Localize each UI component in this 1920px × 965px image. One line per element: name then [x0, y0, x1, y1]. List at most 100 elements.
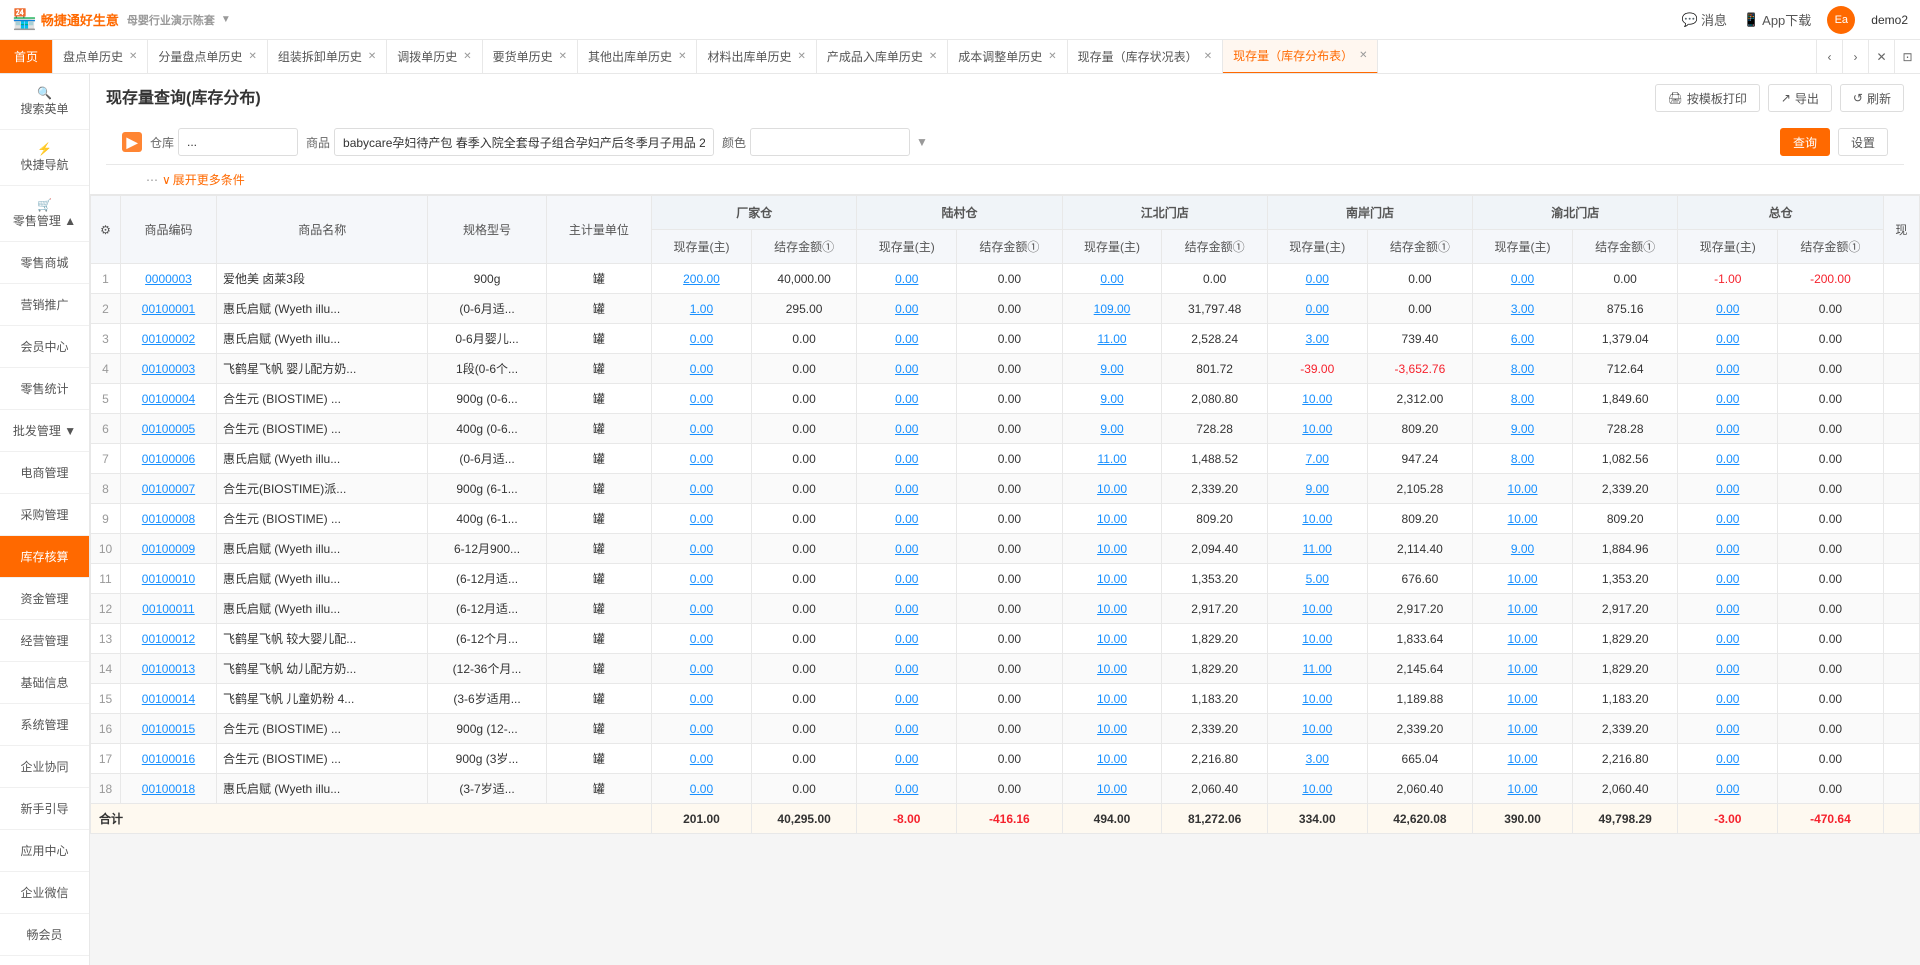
na-qty[interactable]: 10.00 [1267, 714, 1367, 744]
jb-qty[interactable]: 9.00 [1062, 384, 1162, 414]
tab-next-btn[interactable]: › [1842, 40, 1868, 74]
yb-qty[interactable]: 8.00 [1473, 384, 1573, 414]
tab-inventory-check[interactable]: 盘点单历史 ✕ [53, 40, 148, 74]
lc-qty[interactable]: 0.00 [857, 564, 957, 594]
yb-qty[interactable]: 9.00 [1473, 534, 1573, 564]
sidebar-item-retail-mall[interactable]: 零售商城 [0, 242, 89, 284]
avatar[interactable]: Ea [1827, 6, 1855, 34]
tab-close-icon[interactable]: ✕ [1048, 51, 1056, 62]
tab-home[interactable]: 首页 [0, 40, 53, 74]
sidebar-item-retail-mgmt[interactable]: 🛒 零售管理 ▲ [0, 186, 89, 242]
sidebar-item-inventory[interactable]: 库存核算 [0, 536, 89, 578]
lc-qty[interactable]: 0.00 [857, 504, 957, 534]
jb-qty[interactable]: 10.00 [1062, 474, 1162, 504]
lc-qty[interactable]: 0.00 [857, 264, 957, 294]
sidebar-item-wechat[interactable]: 企业微信 [0, 872, 89, 914]
lc-qty[interactable]: 0.00 [857, 624, 957, 654]
tab-close-icon[interactable]: ✕ [929, 51, 937, 62]
yb-qty[interactable]: 10.00 [1473, 624, 1573, 654]
fc-qty[interactable]: 0.00 [652, 684, 752, 714]
yb-qty[interactable]: 10.00 [1473, 594, 1573, 624]
refresh-btn[interactable]: ↺ 刷新 [1840, 84, 1904, 112]
expand-more-btn[interactable]: ∨ 展开更多条件 [162, 171, 245, 188]
lc-qty[interactable]: 0.00 [857, 294, 957, 324]
jb-qty[interactable]: 9.00 [1062, 414, 1162, 444]
fc-qty[interactable]: 1.00 [652, 294, 752, 324]
fc-qty[interactable]: 0.00 [652, 444, 752, 474]
jb-qty[interactable]: 10.00 [1062, 564, 1162, 594]
na-qty[interactable]: 10.00 [1267, 684, 1367, 714]
tab-maximize-btn[interactable]: ⊡ [1894, 40, 1920, 74]
fc-qty[interactable]: 0.00 [652, 324, 752, 354]
total-qty[interactable]: 0.00 [1678, 714, 1778, 744]
yb-qty[interactable]: 10.00 [1473, 714, 1573, 744]
jb-qty[interactable]: 0.00 [1062, 264, 1162, 294]
lc-qty[interactable]: 0.00 [857, 774, 957, 804]
total-qty[interactable]: 0.00 [1678, 294, 1778, 324]
tab-close-icon[interactable]: ✕ [797, 51, 805, 62]
lc-qty[interactable]: 0.00 [857, 654, 957, 684]
yb-qty[interactable]: 8.00 [1473, 354, 1573, 384]
sidebar-item-guide[interactable]: 新手引导 [0, 788, 89, 830]
fc-qty[interactable]: 0.00 [652, 504, 752, 534]
na-qty[interactable]: 0.00 [1267, 264, 1367, 294]
tab-stock-status[interactable]: 现存量（库存状况表） ✕ [1068, 40, 1223, 74]
total-qty[interactable]: 0.00 [1678, 414, 1778, 444]
fc-qty[interactable]: 0.00 [652, 354, 752, 384]
total-qty[interactable]: 0.00 [1678, 744, 1778, 774]
tab-close-icon[interactable]: ✕ [463, 51, 471, 62]
na-qty[interactable]: 9.00 [1267, 474, 1367, 504]
yb-qty[interactable]: 10.00 [1473, 474, 1573, 504]
fc-qty[interactable]: 0.00 [652, 474, 752, 504]
fc-qty[interactable]: 0.00 [652, 594, 752, 624]
na-qty[interactable]: 11.00 [1267, 654, 1367, 684]
lc-qty[interactable]: 0.00 [857, 534, 957, 564]
lc-qty[interactable]: 0.00 [857, 684, 957, 714]
tab-close-icon[interactable]: ✕ [1359, 50, 1367, 61]
sidebar-item-purchase[interactable]: 采购管理 [0, 494, 89, 536]
tab-close-icon[interactable]: ✕ [678, 51, 686, 62]
print-btn[interactable]: 🖨 按模板打印 [1655, 84, 1760, 112]
total-qty[interactable]: 0.00 [1678, 654, 1778, 684]
jb-qty[interactable]: 11.00 [1062, 324, 1162, 354]
sidebar-item-marketing[interactable]: 营销推广 [0, 284, 89, 326]
na-qty[interactable]: 7.00 [1267, 444, 1367, 474]
yb-qty[interactable]: 10.00 [1473, 654, 1573, 684]
fc-qty[interactable]: 0.00 [652, 534, 752, 564]
na-qty[interactable]: 10.00 [1267, 414, 1367, 444]
color-input[interactable] [750, 128, 910, 156]
tab-close-icon[interactable]: ✕ [368, 51, 376, 62]
lc-qty[interactable]: 0.00 [857, 594, 957, 624]
tab-close-icon[interactable]: ✕ [559, 51, 567, 62]
lc-qty[interactable]: 0.00 [857, 474, 957, 504]
na-qty[interactable]: -39.00 [1267, 354, 1367, 384]
sidebar-item-app-center[interactable]: 应用中心 [0, 830, 89, 872]
tab-close-icon[interactable]: ✕ [248, 51, 256, 62]
yb-qty[interactable]: 6.00 [1473, 324, 1573, 354]
jb-qty[interactable]: 10.00 [1062, 504, 1162, 534]
yb-qty[interactable]: 3.00 [1473, 294, 1573, 324]
na-qty[interactable]: 3.00 [1267, 744, 1367, 774]
yb-qty[interactable]: 10.00 [1473, 774, 1573, 804]
fc-qty[interactable]: 0.00 [652, 414, 752, 444]
lc-qty[interactable]: 0.00 [857, 384, 957, 414]
na-qty[interactable]: 5.00 [1267, 564, 1367, 594]
sidebar-item-member-plus[interactable]: 畅会员 [0, 914, 89, 956]
app-download-btn[interactable]: 📱 App下载 [1743, 10, 1811, 29]
fc-qty[interactable]: 0.00 [652, 384, 752, 414]
sidebar-item-retail-stats[interactable]: 零售统计 [0, 368, 89, 410]
na-qty[interactable]: 10.00 [1267, 624, 1367, 654]
tab-partial-inventory[interactable]: 分量盘点单历史 ✕ [148, 40, 267, 74]
yb-qty[interactable]: 9.00 [1473, 414, 1573, 444]
yb-qty[interactable]: 10.00 [1473, 504, 1573, 534]
tab-transfer[interactable]: 调拨单历史 ✕ [387, 40, 482, 74]
yb-qty[interactable]: 0.00 [1473, 264, 1573, 294]
dropdown-icon[interactable]: ▼ [221, 14, 231, 25]
yb-qty[interactable]: 10.00 [1473, 564, 1573, 594]
fc-qty[interactable]: 0.00 [652, 714, 752, 744]
settings-btn[interactable]: 设置 [1838, 128, 1888, 156]
total-qty[interactable]: 0.00 [1678, 474, 1778, 504]
fc-qty[interactable]: 0.00 [652, 624, 752, 654]
total-qty[interactable]: 0.00 [1678, 684, 1778, 714]
lc-qty[interactable]: 0.00 [857, 714, 957, 744]
